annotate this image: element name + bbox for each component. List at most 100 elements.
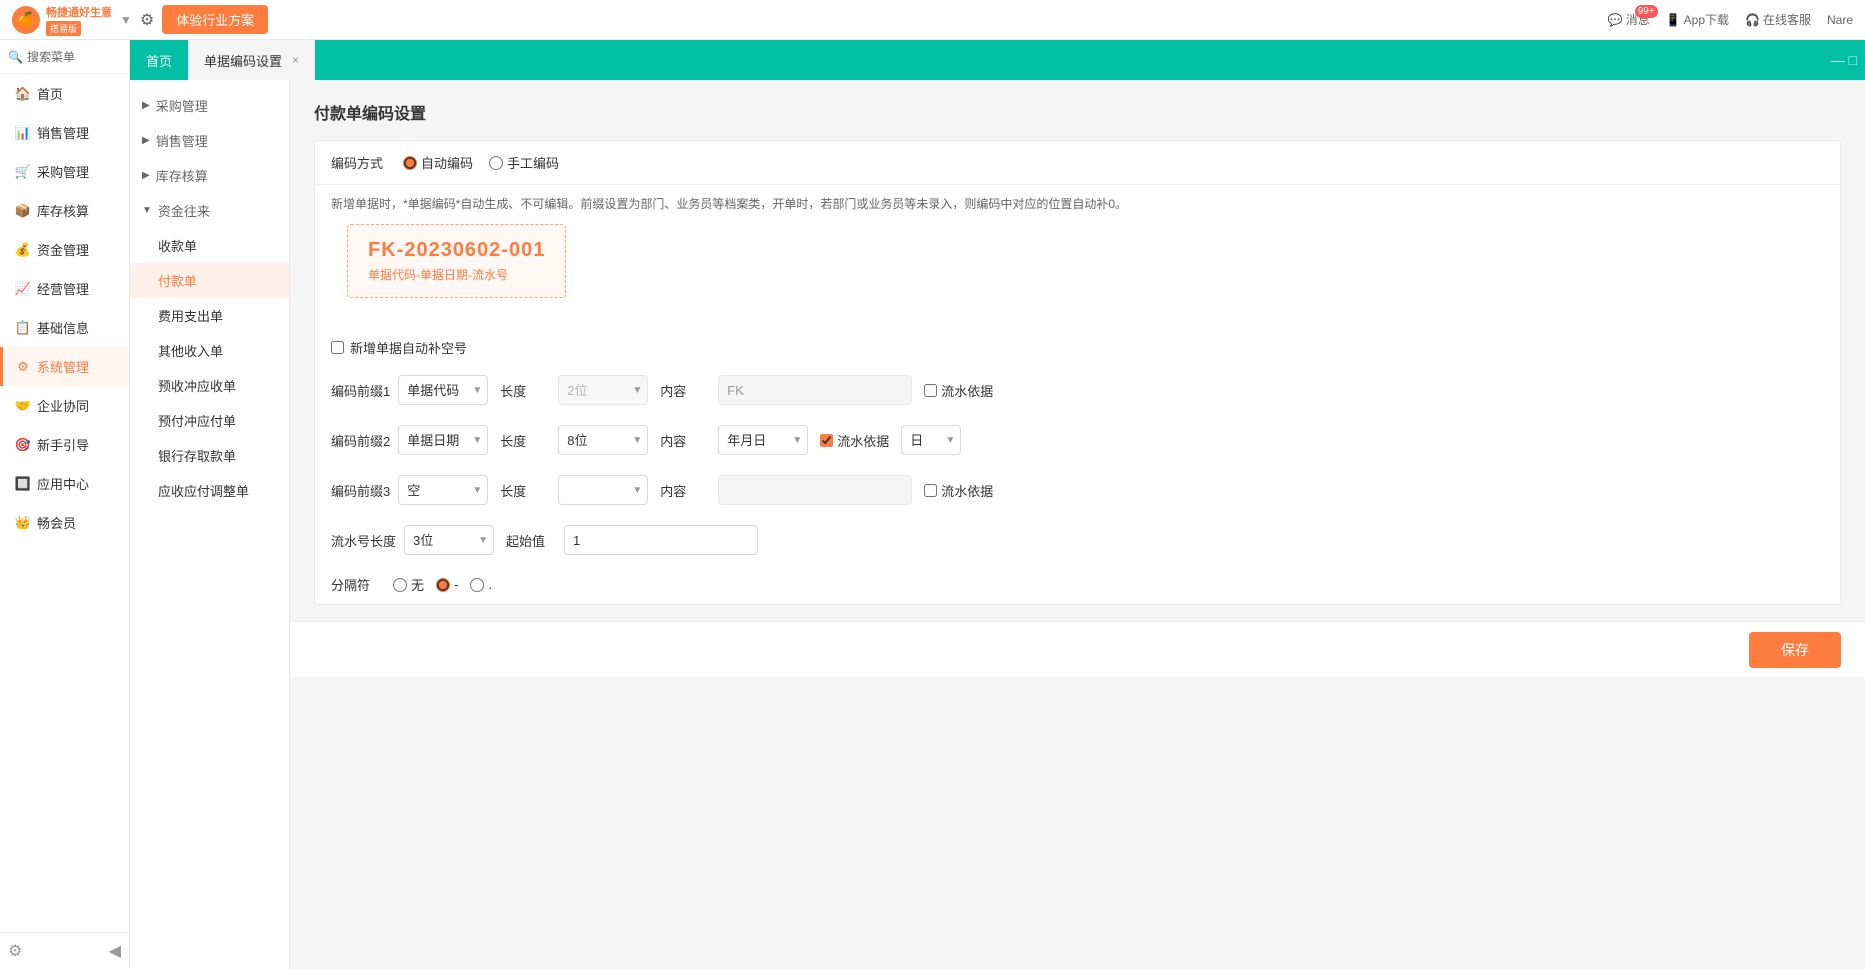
app-download-button[interactable]: 📱 App下载 bbox=[1666, 11, 1729, 28]
sep-dash-option[interactable]: - bbox=[436, 577, 458, 592]
prefix3-length-label: 长度 bbox=[500, 481, 550, 500]
settings-bottom-icon[interactable]: ⚙ bbox=[8, 941, 22, 961]
start-value-input[interactable] bbox=[564, 525, 758, 555]
tab-bar-right: — □ bbox=[1831, 52, 1865, 68]
auto-encode-option[interactable]: 自动编码 bbox=[403, 153, 473, 172]
sidebar-item-home[interactable]: 🏠 首页 bbox=[0, 74, 129, 113]
sidebar-item-purchase[interactable]: 🛒 采购管理 bbox=[0, 152, 129, 191]
prefix2-content-select[interactable]: 年月日 年月 年 bbox=[718, 425, 808, 455]
message-icon: 💬 bbox=[1608, 13, 1623, 27]
prefix2-length-select[interactable]: 6位 8位 bbox=[558, 425, 648, 455]
sub-group-purchase[interactable]: ▶ 采购管理 bbox=[130, 88, 289, 123]
sep-none-radio[interactable] bbox=[393, 578, 407, 592]
sub-item-expense[interactable]: 费用支出单 bbox=[130, 298, 289, 333]
auto-fill-checkbox[interactable] bbox=[331, 341, 344, 354]
prefix1-select[interactable]: 单据代码 部门 业务员 空 bbox=[398, 375, 488, 405]
sub-item-other-income[interactable]: 其他收入单 bbox=[130, 333, 289, 368]
encode-method-radio-group: 自动编码 手工编码 bbox=[403, 153, 559, 172]
prefix1-serial-checkbox[interactable] bbox=[924, 384, 937, 397]
prefix3-content-label: 内容 bbox=[660, 481, 710, 500]
tab-collapse-button[interactable]: — bbox=[1831, 52, 1845, 68]
sidebar-item-app-center[interactable]: 🔲 应用中心 bbox=[0, 464, 129, 503]
prefix3-length-select[interactable] bbox=[558, 475, 648, 505]
settings-gear-icon[interactable]: ⚙ bbox=[140, 10, 154, 30]
prefix2-content-label: 内容 bbox=[660, 431, 710, 450]
prefix3-field: 编码前缀3 空 单据代码 单据日期 部门 业务员 ▼ bbox=[331, 475, 488, 505]
sub-item-bank-deposit[interactable]: 银行存取款单 bbox=[130, 438, 289, 473]
sep-dash-radio[interactable] bbox=[436, 578, 450, 592]
home-icon: 🏠 bbox=[15, 86, 31, 102]
tab-home[interactable]: 首页 bbox=[130, 40, 188, 80]
sub-item-pre-receipt-offset[interactable]: 预收冲应收单 bbox=[130, 368, 289, 403]
sub-item-receipt[interactable]: 收款单 bbox=[130, 228, 289, 263]
sub-item-ar-ap-adjust[interactable]: 应收应付调整单 bbox=[130, 473, 289, 508]
sub-group-stock[interactable]: ▶ 库存核算 bbox=[130, 158, 289, 193]
top-bar-left: 🍊 畅捷通好生意 搭易版 ▼ ⚙ 体验行业方案 bbox=[12, 4, 268, 36]
guide-icon: 🎯 bbox=[15, 437, 31, 453]
sub-group-sales[interactable]: ▶ 销售管理 bbox=[130, 123, 289, 158]
sidebar-item-basic-info[interactable]: 📋 基础信息 bbox=[0, 308, 129, 347]
sidebar-item-operations[interactable]: 📈 经营管理 bbox=[0, 269, 129, 308]
prefix1-length-field: 长度 2位 ▼ bbox=[500, 375, 648, 405]
sidebar-item-sales[interactable]: 📊 销售管理 bbox=[0, 113, 129, 152]
online-service-button[interactable]: 🎧 在线客服 bbox=[1745, 11, 1811, 28]
message-button[interactable]: 💬 消息 99+ bbox=[1608, 11, 1650, 28]
form-area: 付款单编码设置 编码方式 自动编码 手工编码 bbox=[290, 80, 1865, 969]
page-title: 付款单编码设置 bbox=[314, 100, 1841, 124]
manual-encode-radio[interactable] bbox=[489, 156, 503, 170]
serial-length-select[interactable]: 3位 4位 5位 bbox=[404, 525, 494, 555]
arrow-right-icon: ▶ bbox=[142, 100, 150, 111]
prefix1-label: 编码前缀1 bbox=[331, 381, 390, 400]
prefix2-content-field: 内容 年月日 年月 年 ▼ bbox=[660, 425, 808, 455]
sep-none-option[interactable]: 无 bbox=[393, 575, 424, 594]
serial-length-label: 流水号长度 bbox=[331, 531, 396, 550]
sidebar-item-system[interactable]: ⚙ 系统管理 bbox=[0, 347, 129, 386]
start-value-field: 起始值 bbox=[506, 525, 758, 555]
save-button[interactable]: 保存 bbox=[1749, 632, 1841, 668]
tab-close-icon[interactable]: × bbox=[292, 53, 299, 67]
message-count-badge: 99+ bbox=[1635, 5, 1658, 18]
manual-encode-option[interactable]: 手工编码 bbox=[489, 153, 559, 172]
expand-arrow[interactable]: ▼ bbox=[120, 13, 132, 27]
info-text: 新增单据时，*单据编码*自动生成、不可编辑。前缀设置为部门、业务员等档案类，开单… bbox=[315, 185, 1840, 224]
prefix2-serial-checkbox[interactable] bbox=[820, 434, 833, 447]
app-center-icon: 🔲 bbox=[15, 476, 31, 492]
system-icon: ⚙ bbox=[15, 359, 31, 375]
prefix2-length-field: 长度 6位 8位 ▼ bbox=[500, 425, 648, 455]
prefix3-label: 编码前缀3 bbox=[331, 481, 390, 500]
tab-encode-settings[interactable]: 单据编码设置 × bbox=[188, 40, 315, 80]
auto-fill-label: 新增单据自动补空号 bbox=[350, 338, 467, 357]
sidebar-item-inventory[interactable]: 📦 库存核算 bbox=[0, 191, 129, 230]
prefix2-serial-unit-wrapper: 日 月 年 ▼ bbox=[901, 425, 961, 455]
prefix2-select[interactable]: 单据代码 单据日期 部门 业务员 空 bbox=[398, 425, 488, 455]
sep-dot-option[interactable]: . bbox=[470, 577, 492, 592]
prefix3-serial-checkbox[interactable] bbox=[924, 484, 937, 497]
logo-text: 畅捷通好生意 搭易版 bbox=[46, 4, 112, 36]
prefix2-label: 编码前缀2 bbox=[331, 431, 390, 450]
collapse-sidebar-icon[interactable]: ◀ bbox=[109, 941, 121, 961]
sub-group-finance[interactable]: ▼ 资金往来 bbox=[130, 193, 289, 228]
prefix2-serial-unit-select[interactable]: 日 月 年 bbox=[901, 425, 961, 455]
prefix1-length-select[interactable]: 2位 bbox=[558, 375, 648, 405]
logo-badge: 搭易版 bbox=[46, 21, 81, 36]
tab-expand-button[interactable]: □ bbox=[1849, 52, 1857, 68]
auto-encode-radio[interactable] bbox=[403, 156, 417, 170]
sidebar-item-guide[interactable]: 🎯 新手引导 bbox=[0, 425, 129, 464]
arrow-right-icon: ▶ bbox=[142, 135, 150, 146]
industry-button[interactable]: 体验行业方案 bbox=[162, 5, 268, 34]
sidebar-item-member[interactable]: 👑 畅会员 bbox=[0, 503, 129, 542]
prefix2-serial-field: 流水依据 bbox=[820, 431, 889, 450]
inventory-icon: 📦 bbox=[15, 203, 31, 219]
prefix3-select[interactable]: 空 单据代码 单据日期 部门 业务员 bbox=[398, 475, 488, 505]
sep-dot-radio[interactable] bbox=[470, 578, 484, 592]
top-bar-controls: ▼ ⚙ bbox=[120, 10, 154, 30]
sub-item-payment[interactable]: 付款单 bbox=[130, 263, 289, 298]
auto-fill-row: 新增单据自动补空号 bbox=[315, 330, 1840, 365]
user-avatar[interactable]: Nare bbox=[1827, 13, 1853, 27]
search-menu-button[interactable]: 🔍 搜索菜单 bbox=[0, 40, 129, 74]
sidebar-item-collab[interactable]: 🤝 企业协同 bbox=[0, 386, 129, 425]
bottom-bar: 保存 bbox=[290, 621, 1865, 677]
sub-item-pre-payment-offset[interactable]: 预付冲应付单 bbox=[130, 403, 289, 438]
logo-icon: 🍊 bbox=[12, 6, 40, 34]
sidebar-item-finance[interactable]: 💰 资金管理 bbox=[0, 230, 129, 269]
